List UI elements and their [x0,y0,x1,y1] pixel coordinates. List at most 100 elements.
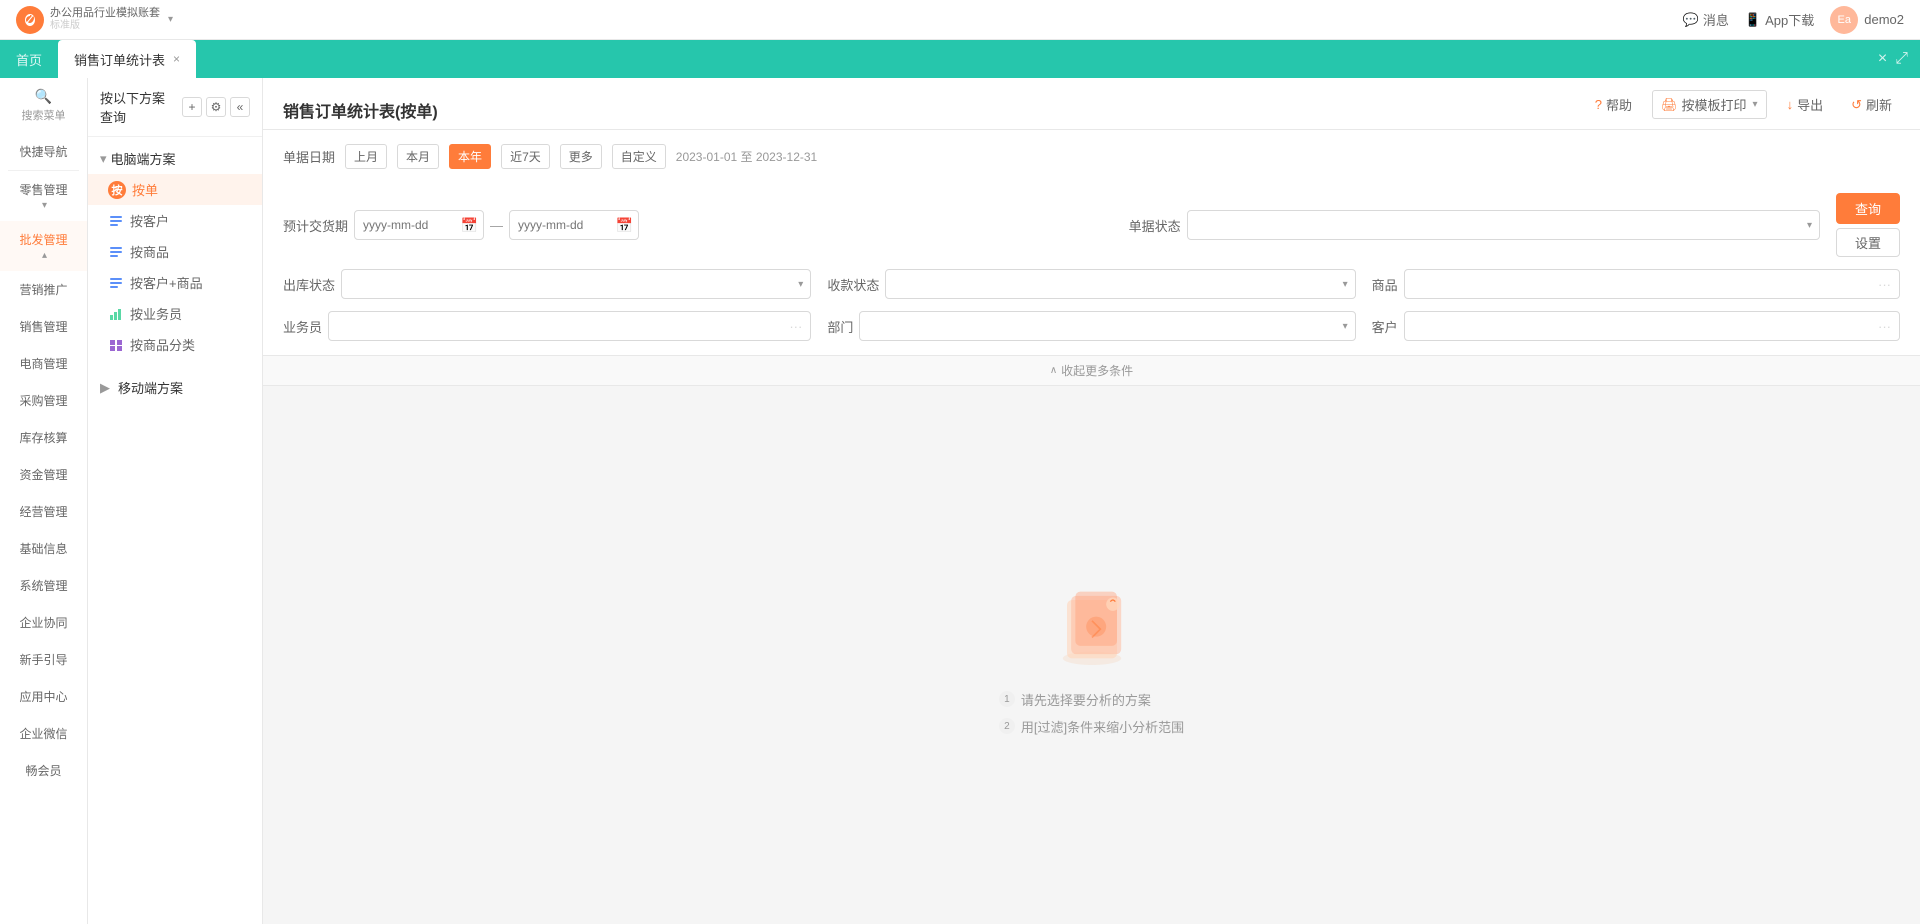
sidebar-item-newbie[interactable]: 新手引导 [0,641,87,678]
date-custom-btn[interactable]: 自定义 [612,144,666,169]
receipt-status-select[interactable] [885,269,1355,299]
content-area: 销售订单统计表(按单) ? 帮助 🖨 按模板打印 ▾ ↓ 导出 ↺ 刷新 [263,78,1920,924]
tab-expand-button[interactable]: ⤢ [1895,50,1908,68]
export-button[interactable]: ↓ 导出 [1779,91,1832,118]
sub-sidebar: 按以下方案查询 + ⚙ « ▾ 电脑端方案 按 按单 按客户 [88,78,263,924]
date-last-7-btn[interactable]: 近7天 [501,144,550,169]
plan-item-by-customer[interactable]: 按客户 [88,205,262,236]
dept-select[interactable] [859,311,1355,341]
plan-item-by-salesperson[interactable]: 按业务员 [88,298,262,329]
header-right: 💬 消息 📱 App下载 Ea demo2 [1683,6,1904,34]
plan-item-by-category[interactable]: 按商品分类 [88,329,262,360]
sidebar-item-sales[interactable]: 销售管理 [0,308,87,345]
mobile-section-arrow-icon: ▶ [100,380,110,396]
date-filter-label: 单据日期 [283,147,335,166]
tab-close-icon[interactable]: × [173,52,180,66]
settings-button[interactable]: 设置 [1836,228,1900,257]
message-button[interactable]: 💬 消息 [1683,10,1729,29]
sidebar-item-ecommerce[interactable]: 电商管理 [0,345,87,382]
sidebar-item-inventory[interactable]: 库存核算 [0,419,87,456]
dept-wrapper: ▾ [859,311,1355,341]
sidebar-item-system[interactable]: 系统管理 [0,567,87,604]
tab-close-all-button[interactable]: × [1878,50,1887,68]
order-status-select[interactable] [1187,210,1820,240]
title-dropdown-icon: ▾ [168,14,173,25]
plan-item-by-order[interactable]: 按 按单 [88,174,262,205]
sidebar-quick-nav[interactable]: 快捷导航 [0,133,87,170]
app-icon: 📱 [1745,12,1761,28]
query-buttons: 查询 设置 [1836,193,1900,257]
query-button[interactable]: 查询 [1836,193,1900,224]
expected-date-from-wrapper: 📅 [354,210,484,240]
pc-section-title[interactable]: ▾ 电脑端方案 [88,143,262,174]
pc-section-arrow-icon: ▾ [100,151,107,167]
retail-arrow-icon: ▾ [42,200,47,211]
mobile-section-title[interactable]: ▶ 移动端方案 [88,372,262,403]
collapse-bar[interactable]: ∧ 收起更多条件 [263,356,1920,386]
date-separator: — [490,218,503,233]
print-dropdown-arrow-icon: ▾ [1753,99,1758,110]
tab-sales-order[interactable]: 销售订单统计表 × [58,40,196,78]
tab-bar: 首页 销售订单统计表 × × ⤢ [0,40,1920,78]
sidebar-item-wechat[interactable]: 企业微信 [0,715,87,752]
date-more-btn[interactable]: 更多 [560,144,602,169]
ship-status-select[interactable] [341,269,811,299]
user-menu-button[interactable]: Ea demo2 [1830,6,1904,34]
collapse-sidebar-button[interactable]: « [230,97,250,117]
customer-label: 客户 [1372,317,1398,336]
staff-label: 业务员 [283,317,322,336]
sidebar-item-ops[interactable]: 经营管理 [0,493,87,530]
page-actions: ? 帮助 🖨 按模板打印 ▾ ↓ 导出 ↺ 刷新 [1587,90,1900,129]
date-filter-row: 单据日期 上月 本月 本年 近7天 更多 自定义 2023-01-01 至 20… [283,144,1900,169]
sidebar-item-collab[interactable]: 企业协同 [0,604,87,641]
receipt-status-wrapper: ▾ [885,269,1355,299]
sidebar-search[interactable]: 🔍 搜索菜单 [0,78,87,133]
logo-area: 办公用品行业模拟账套 标准版 [16,6,160,34]
by-category-icon [108,337,124,353]
sidebar-item-retail[interactable]: 零售管理 ▾ [0,171,87,221]
date-last-month-btn[interactable]: 上月 [345,144,387,169]
sidebar-item-purchase[interactable]: 采购管理 [0,382,87,419]
help-button[interactable]: ? 帮助 [1587,91,1640,118]
order-status-wrapper: ▾ [1187,210,1820,240]
goods-label: 商品 [1372,275,1398,294]
empty-illustration [1042,575,1142,678]
calendar-to-icon[interactable]: 📅 [616,217,633,234]
page-title: 销售订单统计表(按单) [283,98,438,122]
refresh-icon: ↺ [1851,97,1862,113]
tab-home[interactable]: 首页 [0,40,58,78]
collapse-button[interactable]: ∧ 收起更多条件 [1050,362,1133,379]
main-layout: 🔍 搜索菜单 快捷导航 零售管理 ▾ 批发管理 ▴ 营销推广 销售管理 电商管理… [0,78,1920,924]
sidebar-item-marketing[interactable]: 营销推广 [0,271,87,308]
date-this-year-btn[interactable]: 本年 [449,144,491,169]
date-this-month-btn[interactable]: 本月 [397,144,439,169]
refresh-button[interactable]: ↺ 刷新 [1843,91,1900,118]
title-area[interactable]: ▾ [168,14,173,25]
tip-1-num: 1 [999,691,1015,707]
receipt-status-label: 收款状态 [827,275,879,294]
app-download-button[interactable]: 📱 App下载 [1745,10,1814,29]
sidebar-item-base[interactable]: 基础信息 [0,530,87,567]
plan-item-by-goods[interactable]: 按商品 [88,236,262,267]
empty-tip-1: 1 请先选择要分析的方案 [999,690,1184,709]
add-plan-button[interactable]: + [182,97,202,117]
customer-input[interactable]: ··· [1404,311,1900,341]
mobile-plan-section: ▶ 移动端方案 [88,366,262,409]
template-print-button[interactable]: 🖨 按模板打印 ▾ [1652,90,1767,119]
sub-sidebar-tools: + ⚙ « [182,97,250,117]
sidebar-item-finance[interactable]: 资金管理 [0,456,87,493]
staff-input[interactable]: ··· [328,311,811,341]
sidebar-item-appstore[interactable]: 应用中心 [0,678,87,715]
sidebar-item-wholesale[interactable]: 批发管理 ▴ [0,221,87,271]
settings-plan-button[interactable]: ⚙ [206,97,226,117]
by-customer-goods-icon [108,275,124,291]
empty-tips: 1 请先选择要分析的方案 2 用[过滤]条件来缩小分析范围 [999,690,1184,736]
goods-input[interactable]: ··· [1404,269,1900,299]
page-header: 销售订单统计表(按单) ? 帮助 🖨 按模板打印 ▾ ↓ 导出 ↺ 刷新 [263,78,1920,130]
expected-date-to-wrapper: 📅 [509,210,639,240]
plan-item-by-customer-goods[interactable]: 按客户+商品 [88,267,262,298]
tab-bar-right: × ⤢ [1878,50,1920,68]
calendar-from-icon[interactable]: 📅 [461,217,478,234]
sidebar-item-member[interactable]: 畅会员 [0,752,87,789]
top-header: 办公用品行业模拟账套 标准版 ▾ 💬 消息 📱 App下载 Ea demo2 [0,0,1920,40]
